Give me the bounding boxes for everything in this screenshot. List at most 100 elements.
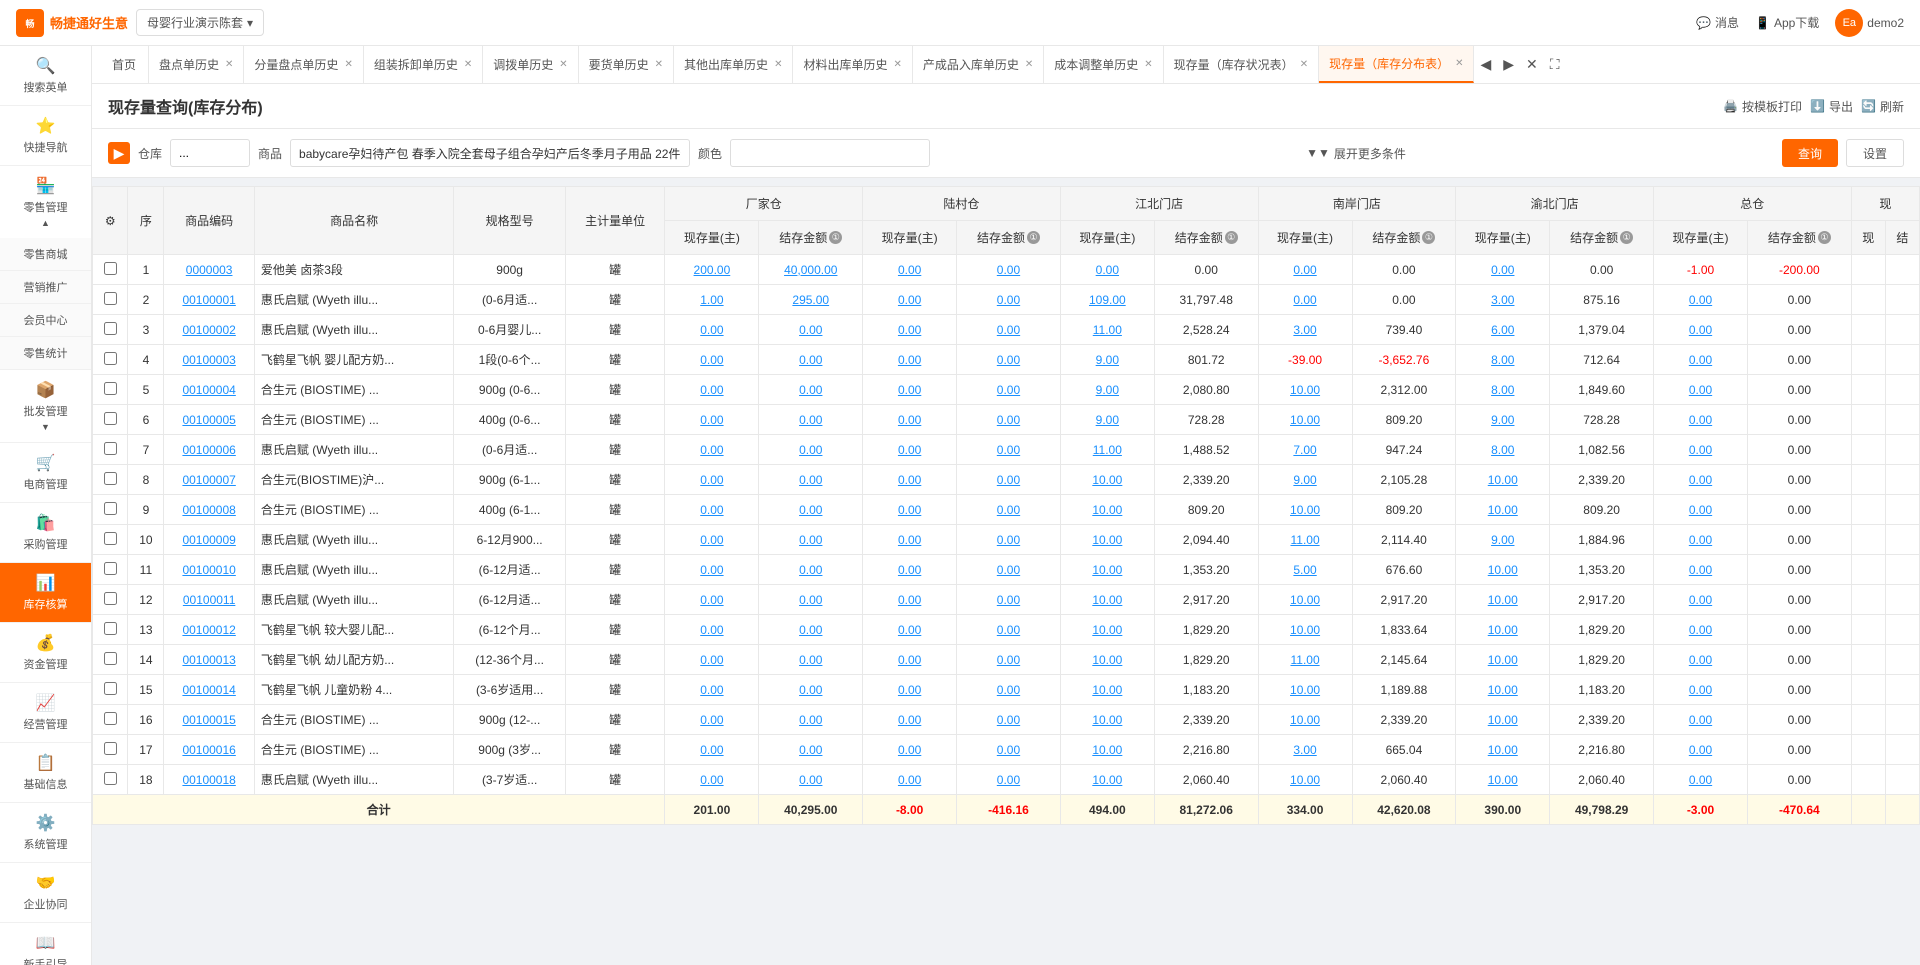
row-checkbox[interactable] bbox=[93, 375, 128, 405]
store-selector[interactable]: 母婴行业演示陈套 ▾ bbox=[136, 9, 264, 36]
row-cgc-qty[interactable]: 0.00 bbox=[665, 345, 759, 375]
row-cgc-qty[interactable]: 0.00 bbox=[665, 585, 759, 615]
row-total-qty[interactable]: 0.00 bbox=[1653, 765, 1747, 795]
row-jbmd-qty[interactable]: 10.00 bbox=[1060, 465, 1154, 495]
tab-other-out[interactable]: 其他出库单历史 ✕ bbox=[674, 46, 793, 83]
row-cgc-qty[interactable]: 0.00 bbox=[665, 465, 759, 495]
sidebar-item-finance[interactable]: 💰 资金管理 bbox=[0, 623, 91, 683]
row-cgc-qty[interactable]: 0.00 bbox=[665, 555, 759, 585]
tab-close-all-btn[interactable]: ✕ bbox=[1520, 52, 1544, 77]
row-checkbox[interactable] bbox=[93, 525, 128, 555]
tab-material-out-close[interactable]: ✕ bbox=[893, 59, 901, 70]
sidebar-item-retail-stat[interactable]: 零售统计 bbox=[0, 337, 91, 370]
row-lcc-qty[interactable]: 0.00 bbox=[863, 345, 957, 375]
row-lcc-qty[interactable]: 0.00 bbox=[863, 735, 957, 765]
row-lcc-qty[interactable]: 0.00 bbox=[863, 645, 957, 675]
row-checkbox[interactable] bbox=[93, 645, 128, 675]
row-jbmd-qty[interactable]: 10.00 bbox=[1060, 645, 1154, 675]
tab-next-btn[interactable]: ▶ bbox=[1497, 52, 1520, 77]
row-total-qty[interactable]: 0.00 bbox=[1653, 675, 1747, 705]
row-namd-qty[interactable]: 10.00 bbox=[1258, 585, 1352, 615]
row-namd-qty[interactable]: 10.00 bbox=[1258, 705, 1352, 735]
row-yb-qty[interactable]: 8.00 bbox=[1456, 345, 1550, 375]
row-checkbox[interactable] bbox=[93, 675, 128, 705]
sidebar-item-search[interactable]: 🔍 搜索英单 bbox=[0, 46, 91, 106]
tab-group-disassemble-close[interactable]: ✕ bbox=[464, 59, 472, 70]
refresh-btn[interactable]: 🔄 刷新 bbox=[1861, 98, 1904, 115]
row-lcc-qty[interactable]: 0.00 bbox=[863, 255, 957, 285]
row-lcc-qty[interactable]: 0.00 bbox=[863, 315, 957, 345]
tab-part-check[interactable]: 分量盘点单历史 ✕ bbox=[244, 46, 363, 83]
row-namd-qty[interactable]: 10.00 bbox=[1258, 765, 1352, 795]
row-checkbox[interactable] bbox=[93, 585, 128, 615]
row-yb-qty[interactable]: 10.00 bbox=[1456, 705, 1550, 735]
row-total-qty[interactable]: 0.00 bbox=[1653, 555, 1747, 585]
row-checkbox[interactable] bbox=[93, 555, 128, 585]
tab-order-goods[interactable]: 要货单历史 ✕ bbox=[579, 46, 674, 83]
row-jbmd-qty[interactable]: 11.00 bbox=[1060, 435, 1154, 465]
row-yb-qty[interactable]: 10.00 bbox=[1456, 495, 1550, 525]
row-namd-qty[interactable]: 5.00 bbox=[1258, 555, 1352, 585]
row-total-qty[interactable]: 0.00 bbox=[1653, 315, 1747, 345]
sidebar-item-system[interactable]: ⚙️ 系统管理 bbox=[0, 803, 91, 863]
row-jbmd-qty[interactable]: 10.00 bbox=[1060, 495, 1154, 525]
export-btn[interactable]: ⬇️ 导出 bbox=[1810, 98, 1853, 115]
tab-transfer-close[interactable]: ✕ bbox=[559, 59, 567, 70]
row-lcc-qty[interactable]: 0.00 bbox=[863, 555, 957, 585]
row-total-qty[interactable]: 0.00 bbox=[1653, 525, 1747, 555]
row-namd-qty[interactable]: 3.00 bbox=[1258, 315, 1352, 345]
row-total-qty[interactable]: 0.00 bbox=[1653, 285, 1747, 315]
row-lcc-qty[interactable]: 0.00 bbox=[863, 465, 957, 495]
tab-cost-adjust[interactable]: 成本调整单历史 ✕ bbox=[1044, 46, 1163, 83]
tab-home[interactable]: 首页 bbox=[100, 46, 149, 83]
row-namd-qty[interactable]: 10.00 bbox=[1258, 375, 1352, 405]
row-checkbox[interactable] bbox=[93, 495, 128, 525]
row-jbmd-qty[interactable]: 9.00 bbox=[1060, 375, 1154, 405]
row-checkbox[interactable] bbox=[93, 345, 128, 375]
sidebar-item-retail-shop[interactable]: 零售商城 bbox=[0, 238, 91, 271]
row-cgc-qty[interactable]: 0.00 bbox=[665, 375, 759, 405]
row-lcc-qty[interactable]: 0.00 bbox=[863, 525, 957, 555]
row-jbmd-qty[interactable]: 9.00 bbox=[1060, 405, 1154, 435]
row-jbmd-qty[interactable]: 10.00 bbox=[1060, 705, 1154, 735]
row-lcc-qty[interactable]: 0.00 bbox=[863, 705, 957, 735]
row-checkbox[interactable] bbox=[93, 405, 128, 435]
row-jbmd-qty[interactable]: 9.00 bbox=[1060, 345, 1154, 375]
sidebar-item-guide[interactable]: 📖 新手引导 bbox=[0, 923, 91, 965]
tab-transfer[interactable]: 调拨单历史 ✕ bbox=[483, 46, 578, 83]
row-lcc-qty[interactable]: 0.00 bbox=[863, 615, 957, 645]
tab-order-goods-close[interactable]: ✕ bbox=[655, 59, 663, 70]
tab-prev-btn[interactable]: ◀ bbox=[1474, 52, 1497, 77]
row-total-qty[interactable]: 0.00 bbox=[1653, 705, 1747, 735]
row-jbmd-qty[interactable]: 0.00 bbox=[1060, 255, 1154, 285]
row-checkbox[interactable] bbox=[93, 465, 128, 495]
row-namd-qty[interactable]: 7.00 bbox=[1258, 435, 1352, 465]
row-cgc-qty[interactable]: 1.00 bbox=[665, 285, 759, 315]
row-yb-qty[interactable]: 10.00 bbox=[1456, 675, 1550, 705]
row-yb-qty[interactable]: 8.00 bbox=[1456, 435, 1550, 465]
row-jbmd-qty[interactable]: 10.00 bbox=[1060, 525, 1154, 555]
row-yb-qty[interactable]: 10.00 bbox=[1456, 765, 1550, 795]
row-cgc-qty[interactable]: 0.00 bbox=[665, 405, 759, 435]
row-yb-qty[interactable]: 10.00 bbox=[1456, 645, 1550, 675]
sidebar-item-shortcut[interactable]: ⭐ 快捷导航 bbox=[0, 106, 91, 166]
row-lcc-qty[interactable]: 0.00 bbox=[863, 375, 957, 405]
row-jbmd-qty[interactable]: 10.00 bbox=[1060, 675, 1154, 705]
row-checkbox[interactable] bbox=[93, 285, 128, 315]
row-checkbox[interactable] bbox=[93, 735, 128, 765]
warehouse-input[interactable] bbox=[170, 139, 250, 167]
row-checkbox[interactable] bbox=[93, 615, 128, 645]
row-yb-qty[interactable]: 10.00 bbox=[1456, 585, 1550, 615]
tab-other-out-close[interactable]: ✕ bbox=[774, 59, 782, 70]
sidebar-item-marketing[interactable]: 营销推广 bbox=[0, 271, 91, 304]
row-namd-qty[interactable]: 11.00 bbox=[1258, 645, 1352, 675]
tab-product-in-close[interactable]: ✕ bbox=[1025, 59, 1033, 70]
row-yb-qty[interactable]: 10.00 bbox=[1456, 555, 1550, 585]
row-yb-qty[interactable]: 10.00 bbox=[1456, 615, 1550, 645]
sidebar-item-purchase[interactable]: 🛍️ 采购管理 bbox=[0, 503, 91, 563]
sidebar-item-member[interactable]: 会员中心 bbox=[0, 304, 91, 337]
sidebar-item-ops[interactable]: 📈 经营管理 bbox=[0, 683, 91, 743]
row-total-qty[interactable]: 0.00 bbox=[1653, 345, 1747, 375]
color-input[interactable] bbox=[730, 139, 930, 167]
search-btn[interactable]: 查询 bbox=[1782, 139, 1838, 167]
